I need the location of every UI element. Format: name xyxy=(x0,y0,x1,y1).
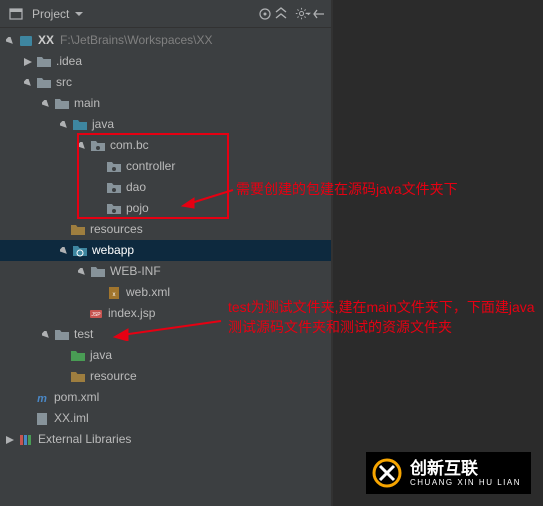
folder-icon xyxy=(36,75,52,91)
tree-xx-iml[interactable]: XX.iml xyxy=(0,408,331,429)
idea-label: .idea xyxy=(56,51,82,72)
project-toolbar: Project xyxy=(0,0,331,28)
expand-icon[interactable] xyxy=(58,245,70,257)
tree-web-inf[interactable]: WEB-INF xyxy=(0,261,331,282)
web-xml-label: web.xml xyxy=(126,282,170,303)
test-resource-label: resource xyxy=(90,366,137,387)
tree-controller[interactable]: controller xyxy=(0,156,331,177)
package-icon xyxy=(106,201,122,217)
tree-root[interactable]: XX F:\JetBrains\Workspaces\XX xyxy=(0,30,331,51)
test-java-label: java xyxy=(90,345,112,366)
settings-icon[interactable] xyxy=(295,6,311,22)
tree-webapp[interactable]: webapp xyxy=(0,240,331,261)
expand-icon[interactable] xyxy=(4,434,16,446)
folder-icon xyxy=(54,96,70,112)
annotation-arrow-2 xyxy=(108,315,226,341)
collapse-all-icon[interactable] xyxy=(273,6,289,22)
tree-java[interactable]: java xyxy=(0,114,331,135)
resources-label: resources xyxy=(90,219,143,240)
jsp-file-icon: JSP xyxy=(88,306,104,322)
locate-icon[interactable] xyxy=(257,6,273,22)
module-icon xyxy=(18,33,34,49)
com-bc-label: com.bc xyxy=(110,135,149,156)
expand-icon[interactable] xyxy=(22,77,34,89)
iml-file-icon xyxy=(34,411,50,427)
library-icon xyxy=(18,432,34,448)
folder-icon xyxy=(90,264,106,280)
tree-pojo[interactable]: pojo xyxy=(0,198,331,219)
package-icon xyxy=(106,180,122,196)
brand-logo: 创新互联 CHUANG XIN HU LIAN xyxy=(366,452,531,494)
svg-text:x: x xyxy=(113,292,116,298)
hide-icon[interactable] xyxy=(311,6,327,22)
svg-text:JSP: JSP xyxy=(91,312,101,318)
folder-icon xyxy=(54,327,70,343)
chevron-down-icon xyxy=(73,8,85,20)
project-tree[interactable]: XX F:\JetBrains\Workspaces\XX .idea src … xyxy=(0,28,331,506)
dao-label: dao xyxy=(126,177,146,198)
annotation-text-1: 需要创建的包建在源码java文件夹下 xyxy=(236,180,541,200)
tree-resources[interactable]: resources xyxy=(0,219,331,240)
expand-icon[interactable] xyxy=(40,98,52,110)
tree-test-resource[interactable]: resource xyxy=(0,366,331,387)
package-icon xyxy=(106,159,122,175)
annotation-text-2: test为测试文件夹,建在main文件夹下，下面建java测试源码文件夹和测试的… xyxy=(228,298,542,337)
pom-xml-label: pom.xml xyxy=(54,387,99,408)
expand-icon[interactable] xyxy=(76,140,88,152)
project-view-selector[interactable]: Project xyxy=(4,4,91,24)
expand-icon[interactable] xyxy=(22,56,34,68)
package-icon xyxy=(90,138,106,154)
project-icon xyxy=(8,6,24,22)
folder-icon xyxy=(36,54,52,70)
xml-file-icon: x xyxy=(106,285,122,301)
tree-idea[interactable]: .idea xyxy=(0,51,331,72)
annotation-arrow-1 xyxy=(178,180,238,210)
expand-icon[interactable] xyxy=(76,266,88,278)
source-folder-icon xyxy=(72,117,88,133)
tree-src[interactable]: src xyxy=(0,72,331,93)
pojo-label: pojo xyxy=(126,198,149,219)
expand-icon[interactable] xyxy=(40,329,52,341)
controller-label: controller xyxy=(126,156,175,177)
logo-sub: CHUANG XIN HU LIAN xyxy=(410,479,521,487)
test-resources-folder-icon xyxy=(70,369,86,385)
project-view-label: Project xyxy=(32,7,69,21)
ext-libs-label: External Libraries xyxy=(38,429,131,450)
webapp-label: webapp xyxy=(92,240,134,261)
web-inf-label: WEB-INF xyxy=(110,261,161,282)
src-label: src xyxy=(56,72,72,93)
tree-com-bc[interactable]: com.bc xyxy=(0,135,331,156)
java-label: java xyxy=(92,114,114,135)
expand-icon[interactable] xyxy=(58,119,70,131)
root-label: XX xyxy=(38,30,54,51)
svg-text:m: m xyxy=(37,393,47,405)
maven-file-icon: m xyxy=(34,390,50,406)
tree-test-java[interactable]: java xyxy=(0,345,331,366)
test-label: test xyxy=(74,324,93,345)
tree-ext-libs[interactable]: External Libraries xyxy=(0,429,331,450)
resources-folder-icon xyxy=(70,222,86,238)
tree-pom-xml[interactable]: m pom.xml xyxy=(0,387,331,408)
logo-brand: 创新互联 xyxy=(410,460,478,477)
xx-iml-label: XX.iml xyxy=(54,408,89,429)
tree-main[interactable]: main xyxy=(0,93,331,114)
logo-mark-icon xyxy=(372,458,402,488)
web-folder-icon xyxy=(72,243,88,259)
test-source-folder-icon xyxy=(70,348,86,364)
project-tool-window: Project XX F:\JetBrains\Worksp xyxy=(0,0,332,506)
root-path: F:\JetBrains\Workspaces\XX xyxy=(60,30,213,51)
main-label: main xyxy=(74,93,100,114)
expand-icon[interactable] xyxy=(4,35,16,47)
